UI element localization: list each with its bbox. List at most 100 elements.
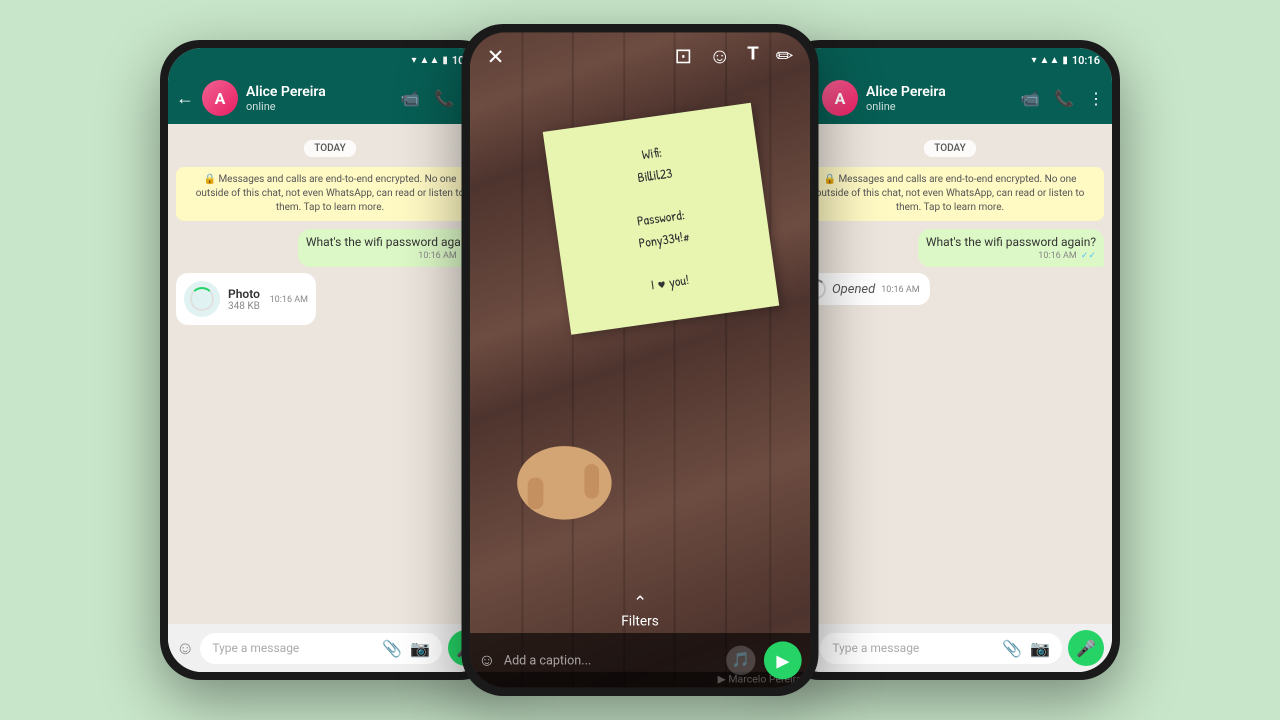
photo-msg-left[interactable]: Photo 348 KB 10:16 AM — [176, 273, 316, 325]
audio-caption-btn[interactable]: 🎵 — [726, 646, 755, 675]
battery-icon-right: ▮ — [1062, 55, 1068, 66]
video-call-icon-left[interactable]: 📹 — [400, 89, 420, 108]
mic-button-right[interactable]: 🎤 — [1068, 630, 1104, 666]
contact-name-right: Alice Pereira — [866, 84, 1012, 100]
contact-info-left[interactable]: Alice Pereira online — [246, 84, 392, 113]
send-button-middle[interactable]: ▶ — [764, 641, 802, 679]
attach-icon-right[interactable]: 📎 — [1002, 639, 1022, 658]
sticky-note: Wifi:Billil23Password:Pony334!#I ♥ you! — [543, 103, 779, 335]
draw-editor-icon[interactable]: ✏ — [776, 43, 794, 69]
editor-toolbar: ✕ ⊡ ☺ T ✏ — [470, 32, 810, 79]
emoji-caption-icon[interactable]: ☺ — [478, 650, 495, 671]
photo-size-left: 348 KB — [228, 301, 262, 312]
chat-header-right: ← A Alice Pereira online 📹 📞 ⋮ — [788, 72, 1112, 124]
wood-line-1 — [521, 32, 523, 687]
signal-icon-right: ▲▲ — [1040, 55, 1060, 66]
encryption-text-right: Messages and calls are end-to-end encryp… — [816, 174, 1085, 213]
msg-sent-text-left: What's the wifi password again? — [306, 235, 476, 249]
chat-bg-left: TODAY 🔒 Messages and calls are end-to-en… — [168, 124, 492, 624]
filters-label: Filters — [470, 614, 810, 630]
video-call-icon-right[interactable]: 📹 — [1020, 89, 1040, 108]
menu-icon-right[interactable]: ⋮ — [1088, 89, 1104, 108]
contact-status-right: online — [866, 100, 1012, 113]
caption-bar: ☺ Add a caption... 🎵 ▶ — [470, 633, 810, 688]
phone-left: ▾ ▲▲ ▮ 10:16 ← A Alice Pereira online 📹 — [160, 40, 500, 680]
today-badge-left: TODAY — [304, 136, 355, 155]
avatar-right: A — [822, 80, 858, 116]
phone-left-screen: ▾ ▲▲ ▮ 10:16 ← A Alice Pereira online 📹 — [168, 48, 492, 672]
sticky-note-text: Wifi:Billil23Password:Pony334!#I ♥ you! — [561, 131, 761, 308]
msg-sent-time-left: 10:16 AM ✓✓ — [306, 251, 476, 261]
photo-loading-icon-left — [190, 287, 214, 311]
read-ticks-right: ✓✓ — [1081, 251, 1096, 261]
status-bar-right: ▾ ▲▲ ▮ 10:16 — [788, 48, 1112, 72]
wood-line-6 — [769, 32, 771, 687]
photo-info-left: Photo 348 KB — [228, 287, 262, 312]
input-field-left[interactable]: Type a message 📎 📷 — [200, 633, 442, 664]
crop-icon[interactable]: ⊡ — [675, 43, 693, 69]
chat-bg-right: TODAY 🔒 Messages and calls are end-to-en… — [788, 124, 1112, 624]
chat-header-left: ← A Alice Pereira online 📹 📞 ⋮ — [168, 72, 492, 124]
phone-middle: ✕ ⊡ ☺ T ✏ Wifi:Billil23Password:Pony334!… — [462, 24, 819, 696]
photo-icon-wrap-left — [184, 281, 220, 317]
input-placeholder-right: Type a message — [832, 641, 919, 655]
battery-icon-left: ▮ — [442, 55, 448, 66]
phone-right-screen: ▾ ▲▲ ▮ 10:16 ← A Alice Pereira online 📹 — [788, 48, 1112, 672]
editor-icons-right: ⊡ ☺ T ✏ — [675, 43, 794, 69]
msg-sent-time-right: 10:16 AM ✓✓ — [926, 251, 1096, 261]
hand-svg — [507, 430, 623, 525]
phone-right: ▾ ▲▲ ▮ 10:16 ← A Alice Pereira online 📹 — [780, 40, 1120, 680]
contact-info-right[interactable]: Alice Pereira online — [866, 84, 1012, 113]
status-bar-left: ▾ ▲▲ ▮ 10:16 — [168, 48, 492, 72]
call-icon-right[interactable]: 📞 — [1054, 89, 1074, 108]
lock-icon-right: 🔒 — [824, 174, 836, 185]
phones-container: ▾ ▲▲ ▮ 10:16 ← A Alice Pereira online 📹 — [0, 0, 1280, 720]
photo-label-left: Photo — [228, 287, 262, 301]
camera-input-icon-right[interactable]: 📷 — [1030, 639, 1050, 658]
status-time-right: 10:16 — [1072, 54, 1100, 67]
avatar-img-right: A — [822, 80, 858, 116]
text-editor-icon[interactable]: T — [747, 43, 759, 69]
today-badge-right: TODAY — [924, 136, 975, 155]
back-button-left[interactable]: ← — [176, 88, 194, 109]
emoji-input-icon-left[interactable]: ☺ — [176, 638, 194, 659]
header-icons-right: 📹 📞 ⋮ — [1020, 89, 1104, 108]
caption-input-field[interactable]: Add a caption... — [504, 653, 718, 668]
close-editor-icon[interactable]: ✕ — [487, 43, 505, 68]
msg-sent-right: What's the wifi password again? 10:16 AM… — [918, 229, 1104, 267]
input-bar-right: ☺ Type a message 📎 📷 🎤 — [788, 624, 1112, 672]
avatar-img-left: A — [202, 80, 238, 116]
status-icons-left: ▾ ▲▲ ▮ — [412, 55, 448, 66]
caption-placeholder: Add a caption... — [504, 653, 591, 668]
lock-icon-left: 🔒 — [204, 174, 216, 185]
avatar-left: A — [202, 80, 238, 116]
today-label-right: TODAY — [924, 140, 975, 157]
msg-sent-left: What's the wifi password again? 10:16 AM… — [298, 229, 484, 267]
signal-icon-left: ▲▲ — [420, 55, 440, 66]
contact-status-left: online — [246, 100, 392, 113]
filters-section[interactable]: ⌃ Filters — [470, 592, 810, 630]
call-icon-left[interactable]: 📞 — [434, 89, 454, 108]
encryption-text-left: Messages and calls are end-to-end encryp… — [196, 174, 465, 213]
hand-holding — [507, 430, 623, 525]
encryption-notice-left[interactable]: 🔒 Messages and calls are end-to-end encr… — [176, 167, 484, 221]
input-bar-left: ☺ Type a message 📎 📷 🎤 — [168, 624, 492, 672]
input-icons-left: 📎 📷 — [382, 639, 430, 658]
wifi-icon-left: ▾ — [412, 55, 417, 66]
wifi-icon-right: ▾ — [1032, 55, 1037, 66]
emoji-editor-icon[interactable]: ☺ — [709, 43, 730, 69]
msg-sent-text-right: What's the wifi password again? — [926, 235, 1096, 249]
filters-chevron-icon: ⌃ — [470, 592, 810, 612]
today-label-left: TODAY — [304, 140, 355, 157]
camera-input-icon-left[interactable]: 📷 — [410, 639, 430, 658]
phone-middle-screen: ✕ ⊡ ☺ T ✏ Wifi:Billil23Password:Pony334!… — [470, 32, 810, 687]
attach-icon-left[interactable]: 📎 — [382, 639, 402, 658]
caption-area: ▶ Marcelo Pereira ☺ Add a caption... 🎵 ▶ — [470, 672, 810, 688]
input-placeholder-left: Type a message — [212, 641, 299, 655]
input-field-right[interactable]: Type a message 📎 📷 — [820, 633, 1062, 664]
input-icons-right: 📎 📷 — [1002, 639, 1050, 658]
opened-label-right: Opened — [832, 282, 875, 297]
opened-time-right: 10:16 AM — [881, 285, 919, 295]
status-icons-right: ▾ ▲▲ ▮ — [1032, 55, 1068, 66]
encryption-notice-right[interactable]: 🔒 Messages and calls are end-to-end encr… — [796, 167, 1104, 221]
